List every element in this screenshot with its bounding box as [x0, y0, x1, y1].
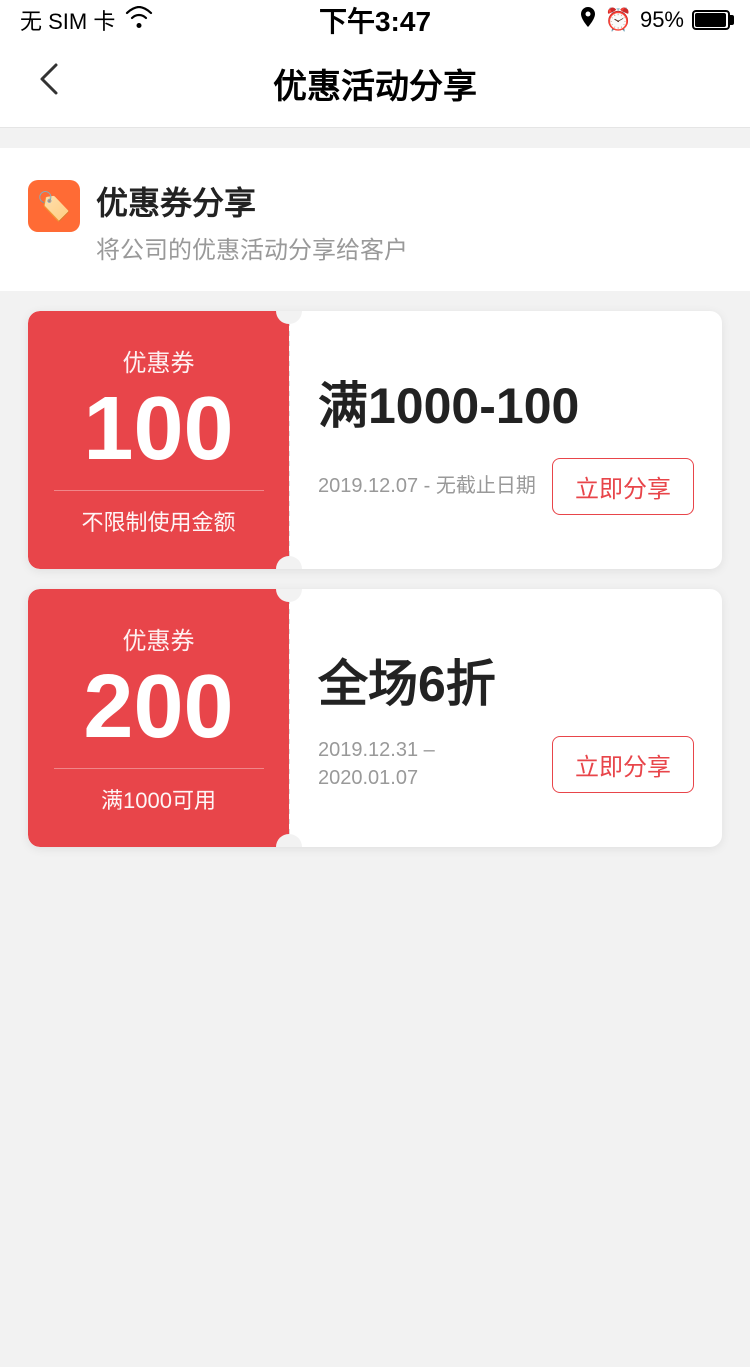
coupon-left-0: 优惠券 100 不限制使用金额 [28, 311, 289, 569]
page-title: 优惠活动分享 [273, 59, 477, 108]
coupon-amount-0: 100 [83, 384, 233, 474]
coupon-name-0: 满1000-100 [318, 366, 694, 438]
coupon-info-row-0: 2019.12.07 - 无截止日期 立即分享 [318, 458, 694, 515]
coupon-icon: 🏷️ [37, 190, 72, 223]
coupon-date-0: 2019.12.07 - 无截止日期 [318, 472, 540, 500]
coupon-info-row-1: 2019.12.31 – 2020.01.07 立即分享 [318, 736, 694, 793]
coupon-divider-1 [54, 768, 264, 769]
battery-percent: 95% [640, 7, 684, 33]
carrier-text: 无 SIM 卡 [20, 4, 115, 36]
coupon-amount-1: 200 [83, 662, 233, 752]
coupon-right-0: 满1000-100 2019.12.07 - 无截止日期 立即分享 [290, 311, 722, 569]
empty-area [0, 867, 750, 1367]
status-time: 下午3:47 [319, 0, 431, 40]
location-icon [579, 6, 597, 34]
coupon-date-1: 2019.12.31 – 2020.01.07 [318, 736, 540, 792]
status-right: ⏰ 95% [579, 6, 730, 34]
coupon-card-1: 优惠券 200 满1000可用 全场6折 2019.12.31 – 2020.0… [28, 589, 722, 847]
coupon-divider-0 [54, 490, 264, 491]
share-button-1[interactable]: 立即分享 [552, 736, 694, 793]
coupon-condition-0: 不限制使用金额 [81, 505, 235, 537]
status-left: 无 SIM 卡 [20, 4, 153, 36]
coupon-right-1: 全场6折 2019.12.31 – 2020.01.07 立即分享 [290, 589, 722, 847]
section-text: 优惠券分享 将公司的优惠活动分享给客户 [96, 178, 408, 265]
wifi-icon [125, 6, 153, 34]
section-icon: 🏷️ [28, 180, 80, 232]
alarm-icon: ⏰ [605, 7, 632, 33]
section-subtitle: 将公司的优惠活动分享给客户 [96, 230, 408, 265]
section-header: 🏷️ 优惠券分享 将公司的优惠活动分享给客户 [0, 148, 750, 291]
coupon-list: 优惠券 100 不限制使用金额 满1000-100 2019.12.07 - 无… [0, 291, 750, 867]
nav-bar: 优惠活动分享 [0, 40, 750, 128]
coupon-card-0: 优惠券 100 不限制使用金额 满1000-100 2019.12.07 - 无… [28, 311, 722, 569]
coupon-condition-1: 满1000可用 [101, 783, 216, 815]
back-button[interactable] [28, 51, 70, 116]
coupon-label-0: 优惠券 [123, 343, 195, 378]
status-bar: 无 SIM 卡 下午3:47 ⏰ 95% [0, 0, 750, 40]
coupon-label-1: 优惠券 [123, 621, 195, 656]
coupon-name-1: 全场6折 [318, 644, 694, 716]
section-title: 优惠券分享 [96, 178, 408, 224]
coupon-left-1: 优惠券 200 满1000可用 [28, 589, 289, 847]
share-button-0[interactable]: 立即分享 [552, 458, 694, 515]
battery-icon [692, 10, 730, 30]
